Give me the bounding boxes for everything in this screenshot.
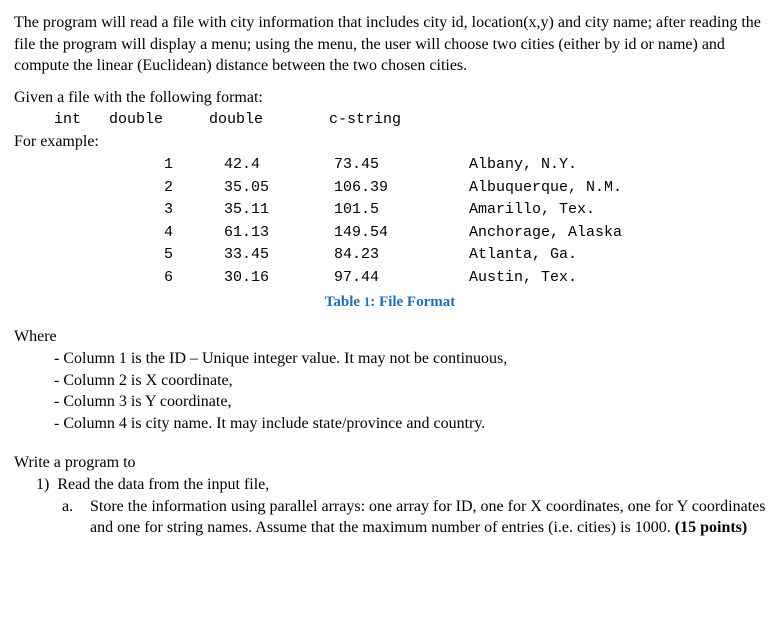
cell-y: 149.54	[334, 222, 469, 245]
cell-x: 61.13	[224, 222, 334, 245]
format-header-row: int double double c-string	[54, 110, 766, 130]
table-row: 1 42.4 73.45 Albany, N.Y.	[164, 154, 766, 177]
cell-x: 30.16	[224, 267, 334, 290]
subtask-points: (15 points)	[675, 519, 747, 536]
format-col-double1: double	[109, 110, 209, 130]
task-list: 1) Read the data from the input file, a.…	[36, 474, 766, 539]
cell-id: 4	[164, 222, 224, 245]
where-list: - Column 1 is the ID – Unique integer va…	[54, 348, 766, 434]
task-marker: 1)	[36, 476, 49, 493]
cell-y: 84.23	[334, 244, 469, 267]
cell-id: 1	[164, 154, 224, 177]
cell-name: Amarillo, Tex.	[469, 199, 595, 222]
cell-id: 3	[164, 199, 224, 222]
cell-name: Atlanta, Ga.	[469, 244, 577, 267]
for-example-label: For example:	[14, 131, 766, 153]
cell-x: 35.11	[224, 199, 334, 222]
cell-name: Albany, N.Y.	[469, 154, 577, 177]
cell-y: 101.5	[334, 199, 469, 222]
table-row: 3 35.11 101.5 Amarillo, Tex.	[164, 199, 766, 222]
intro-paragraph: The program will read a file with city i…	[14, 12, 766, 77]
task-text: Read the data from the input file,	[57, 476, 269, 493]
where-item: - Column 4 is city name. It may include …	[54, 413, 766, 435]
cell-x: 42.4	[224, 154, 334, 177]
where-item: - Column 2 is X coordinate,	[54, 370, 766, 392]
subtask-text-wrapper: Store the information using parallel arr…	[90, 496, 766, 539]
cell-id: 5	[164, 244, 224, 267]
subtask-text: Store the information using parallel arr…	[90, 498, 765, 537]
task-subitem-a: a. Store the information using parallel …	[62, 496, 766, 539]
where-label: Where	[14, 326, 766, 348]
write-program-block: Write a program to 1) Read the data from…	[14, 452, 766, 538]
table-row: 2 35.05 106.39 Albuquerque, N.M.	[164, 177, 766, 200]
table-row: 4 61.13 149.54 Anchorage, Alaska	[164, 222, 766, 245]
cell-y: 106.39	[334, 177, 469, 200]
cell-name: Albuquerque, N.M.	[469, 177, 622, 200]
format-col-double2: double	[209, 110, 329, 130]
caption-prefix: Table	[325, 294, 364, 310]
cell-id: 6	[164, 267, 224, 290]
write-label: Write a program to	[14, 452, 766, 474]
subtask-marker: a.	[62, 496, 90, 539]
format-col-cstring: c-string	[329, 110, 401, 130]
cell-x: 35.05	[224, 177, 334, 200]
where-item: - Column 1 is the ID – Unique integer va…	[54, 348, 766, 370]
table-row: 6 30.16 97.44 Austin, Tex.	[164, 267, 766, 290]
caption-suffix: : File Format	[370, 294, 455, 310]
cell-name: Austin, Tex.	[469, 267, 577, 290]
given-label: Given a file with the following format:	[14, 87, 766, 109]
where-block: Where - Column 1 is the ID – Unique inte…	[14, 326, 766, 434]
where-item: - Column 3 is Y coordinate,	[54, 391, 766, 413]
cell-x: 33.45	[224, 244, 334, 267]
table-row: 5 33.45 84.23 Atlanta, Ga.	[164, 244, 766, 267]
cell-y: 73.45	[334, 154, 469, 177]
task-item-1: 1) Read the data from the input file,	[36, 474, 766, 496]
file-format-table: 1 42.4 73.45 Albany, N.Y. 2 35.05 106.39…	[164, 154, 766, 289]
cell-name: Anchorage, Alaska	[469, 222, 622, 245]
format-col-int: int	[54, 110, 109, 130]
table-caption: Table 1: File Format	[14, 292, 766, 312]
cell-y: 97.44	[334, 267, 469, 290]
cell-id: 2	[164, 177, 224, 200]
task-sublist: a. Store the information using parallel …	[62, 496, 766, 539]
